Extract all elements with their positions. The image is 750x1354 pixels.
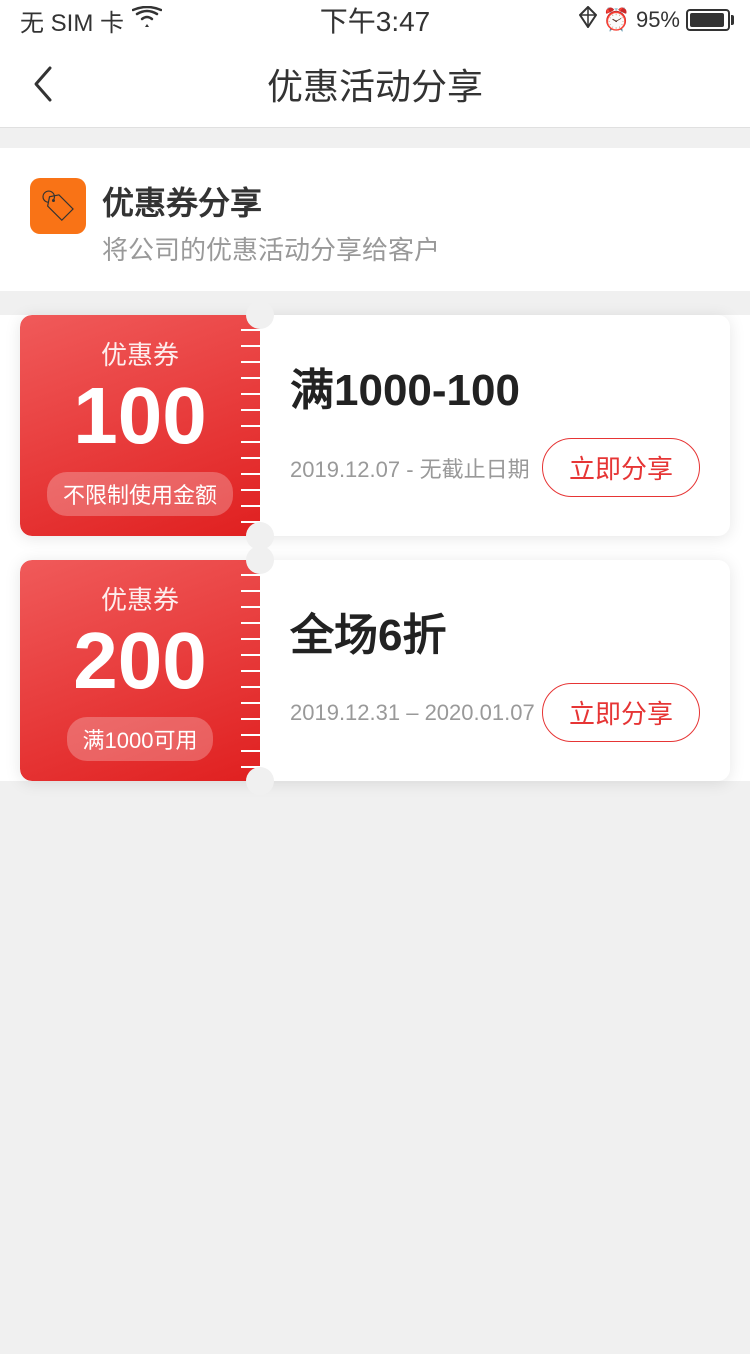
status-bar: 无 SIM 卡 下午3:47 ⏰ 95% (0, 0, 750, 40)
page-title: 优惠活动分享 (267, 58, 483, 110)
page-content: 🏷 优惠券分享 将公司的优惠活动分享给客户 优惠券 100 不限制使用金额 满1… (0, 148, 750, 1354)
coupon-bottom-2: 2019.12.31 – 2020.01.07 立即分享 (290, 683, 700, 742)
coupon-item: 优惠券 100 不限制使用金额 满1000-100 2019.12.07 - 无… (20, 315, 730, 536)
coupon-ticket-2: 优惠券 200 满1000可用 全场6折 2019.12.31 – 2020.0… (20, 560, 730, 781)
battery-icon (686, 9, 730, 31)
section-title: 优惠券分享 (102, 178, 440, 224)
notch-bottom-2 (246, 767, 274, 795)
battery-percent: 95% (636, 7, 680, 33)
alarm-icon: ⏰ (603, 7, 630, 33)
wifi-icon (132, 6, 162, 35)
coupon-left-1: 优惠券 100 不限制使用金额 (20, 315, 260, 536)
coupon-right-2: 全场6折 2019.12.31 – 2020.01.07 立即分享 (260, 560, 730, 781)
section-icon: 🏷 (30, 178, 86, 234)
coupon-right-1: 满1000-100 2019.12.07 - 无截止日期 立即分享 (260, 315, 730, 536)
share-button-1[interactable]: 立即分享 (542, 438, 700, 497)
coupon-date-1: 2019.12.07 - 无截止日期 (290, 452, 530, 484)
nav-bar: 优惠活动分享 (0, 40, 750, 128)
location-icon (579, 6, 597, 34)
coupon-label-2: 优惠券 (101, 580, 179, 617)
status-right: ⏰ 95% (579, 6, 730, 34)
coupon-amount-1: 100 (73, 376, 206, 456)
share-button-2[interactable]: 立即分享 (542, 683, 700, 742)
carrier-label: 无 SIM 卡 (20, 3, 124, 38)
status-left: 无 SIM 卡 (20, 3, 162, 38)
section-text: 优惠券分享 将公司的优惠活动分享给客户 (102, 178, 440, 267)
notch-top-1 (246, 301, 274, 329)
coupon-condition-1: 不限制使用金额 (47, 472, 233, 516)
coupon-ticket-1: 优惠券 100 不限制使用金额 满1000-100 2019.12.07 - 无… (20, 315, 730, 536)
coupon-left-2: 优惠券 200 满1000可用 (20, 560, 260, 781)
coupon-label-1: 优惠券 (101, 335, 179, 372)
coupon-condition-2: 满1000可用 (67, 717, 214, 761)
coupon-date-2: 2019.12.31 – 2020.01.07 (290, 700, 535, 726)
coupon-bottom-1: 2019.12.07 - 无截止日期 立即分享 (290, 438, 700, 497)
coupon-item-2: 优惠券 200 满1000可用 全场6折 2019.12.31 – 2020.0… (20, 560, 730, 781)
coupon-name-2: 全场6折 (290, 599, 700, 663)
notch-top-2 (246, 546, 274, 574)
status-time: 下午3:47 (320, 0, 431, 40)
coupon-name-1: 满1000-100 (290, 354, 700, 418)
back-button[interactable] (30, 64, 54, 104)
coupon-amount-2: 200 (73, 621, 206, 701)
section-header: 🏷 优惠券分享 将公司的优惠活动分享给客户 (0, 148, 750, 291)
section-subtitle: 将公司的优惠活动分享给客户 (102, 230, 440, 267)
coupon-icon: 🏷 (39, 189, 77, 224)
coupon-list: 优惠券 100 不限制使用金额 满1000-100 2019.12.07 - 无… (0, 315, 750, 781)
